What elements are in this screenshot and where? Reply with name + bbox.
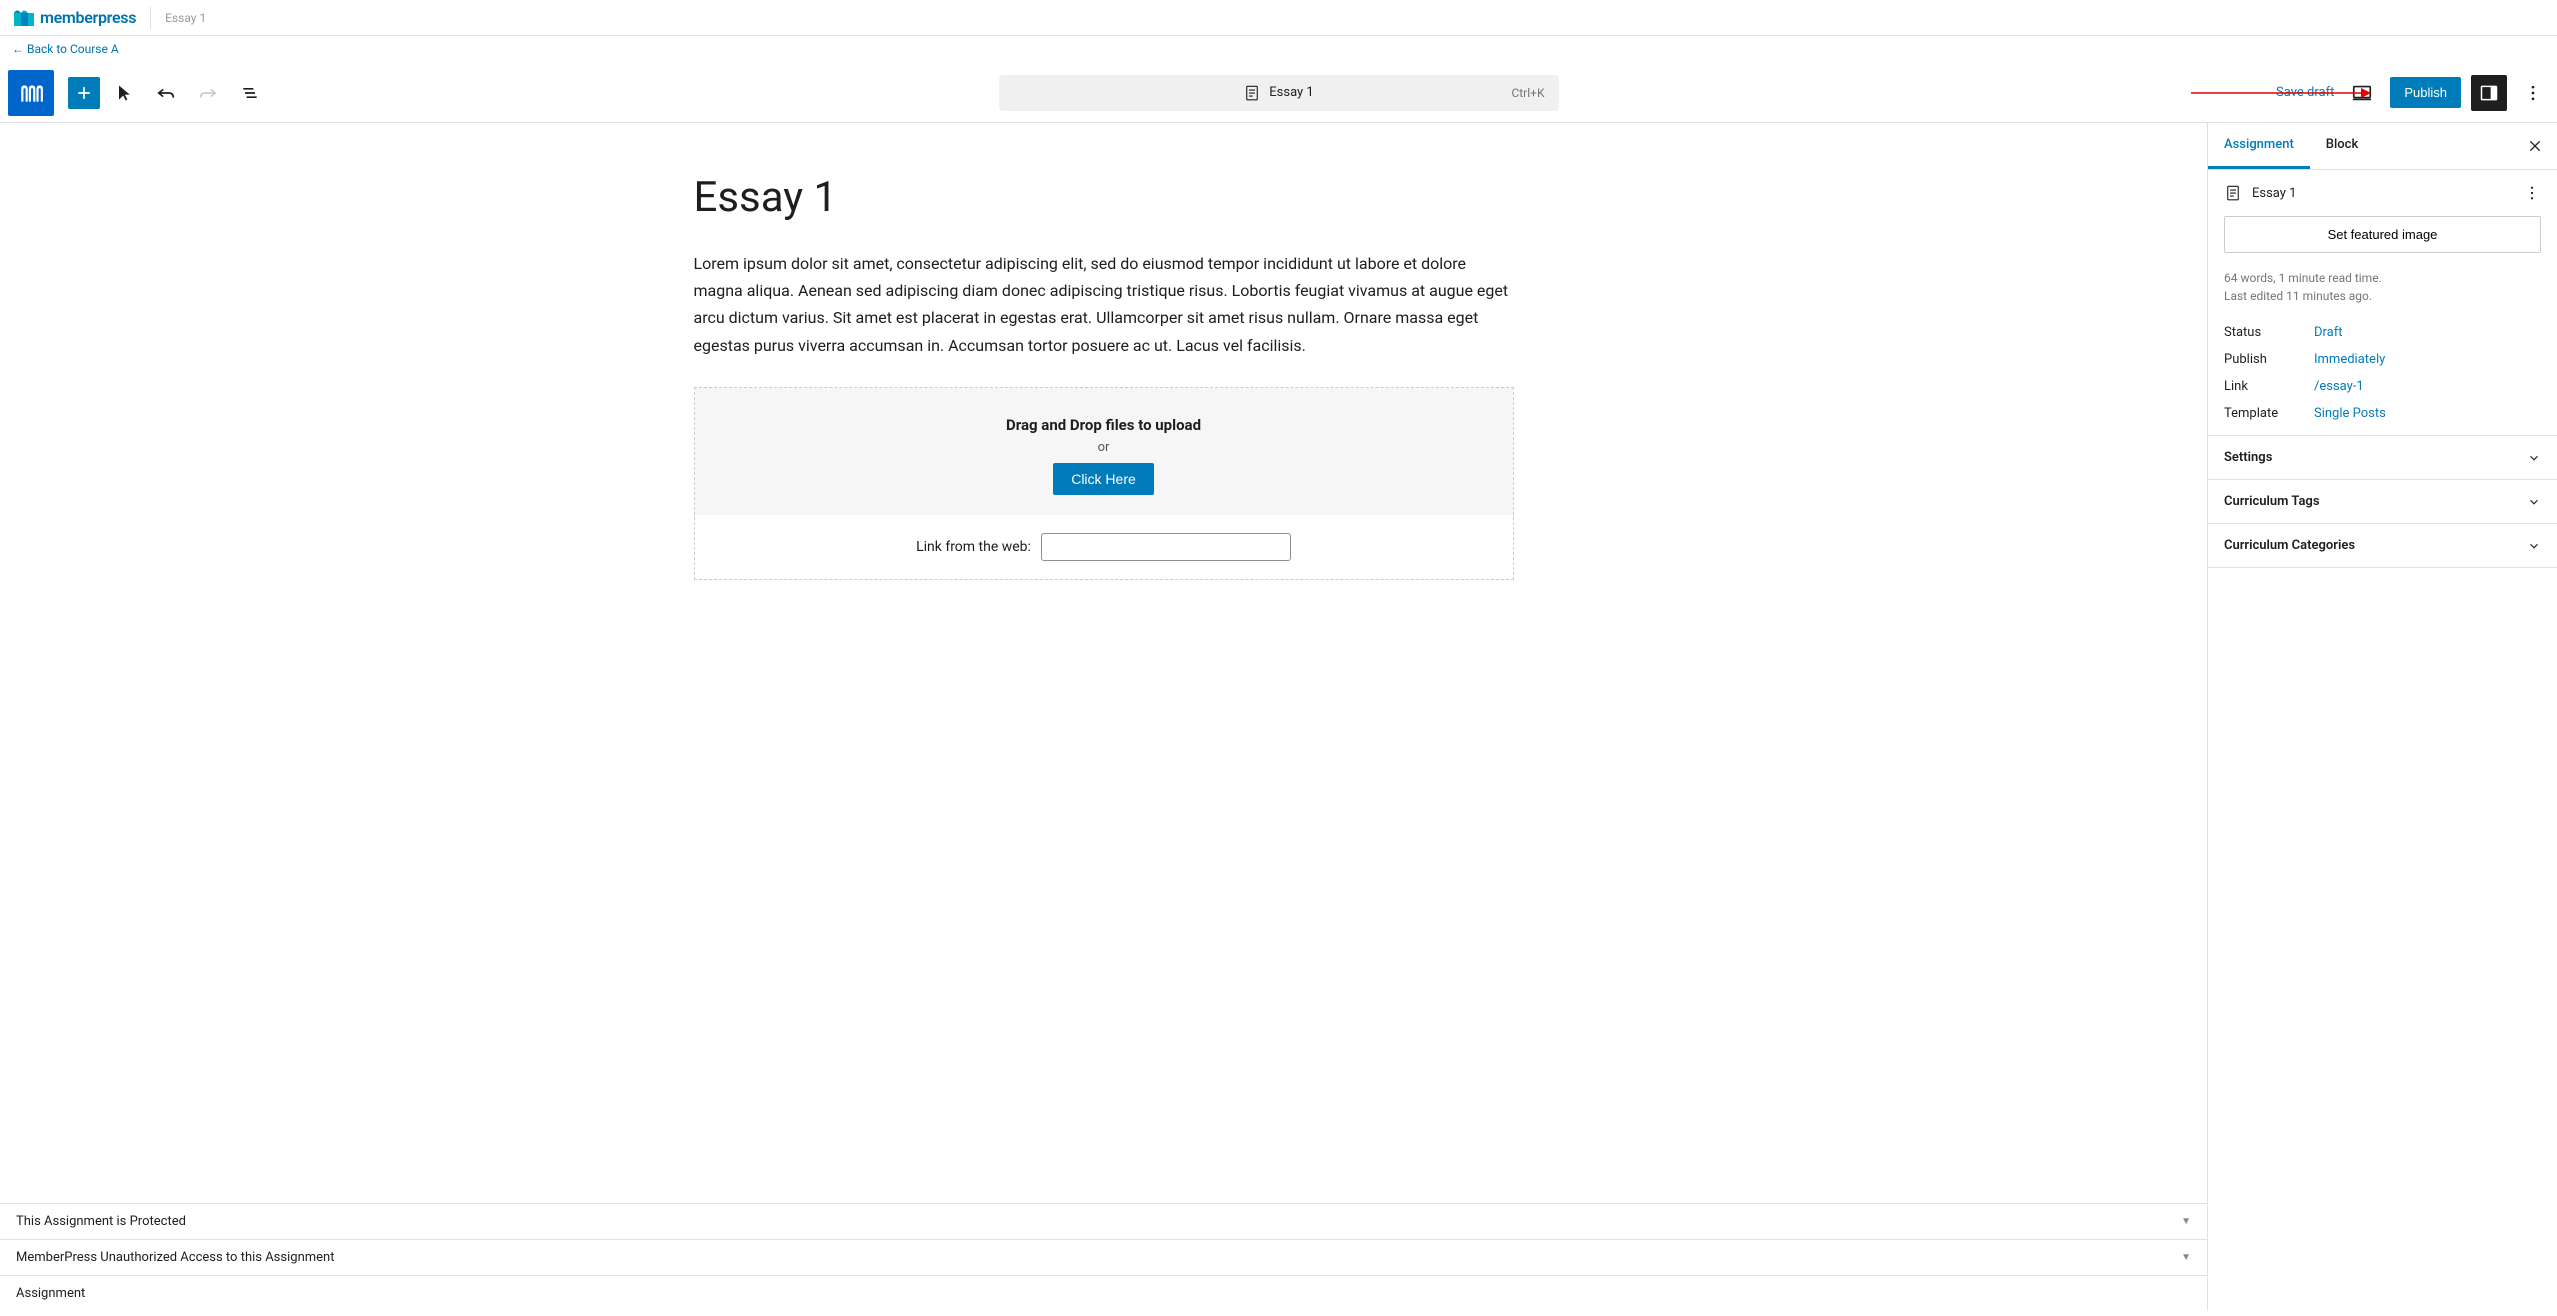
- cursor-icon: [114, 83, 134, 103]
- toolbar-right: Save draft Publish: [2276, 75, 2549, 111]
- file-upload-block: Drag and Drop files to upload or Click H…: [694, 387, 1514, 580]
- meta-words: 64 words, 1 minute read time.: [2224, 269, 2541, 287]
- upload-link-input[interactable]: [1041, 533, 1291, 561]
- back-to-course-link[interactable]: ← Back to Course A: [12, 42, 119, 56]
- set-featured-image-button[interactable]: Set featured image: [2224, 216, 2541, 253]
- sidebar-categories-section[interactable]: Curriculum Categories: [2208, 524, 2557, 568]
- panel-protected[interactable]: This Assignment is Protected ▼: [0, 1203, 2207, 1239]
- sidebar-meta: 64 words, 1 minute read time. Last edite…: [2208, 269, 2557, 319]
- brand-bar: memberpress Essay 1: [0, 0, 2557, 36]
- tools-button[interactable]: [106, 75, 142, 111]
- meta-edited: Last edited 11 minutes ago.: [2224, 287, 2541, 305]
- kv-value-link[interactable]: Single Posts: [2314, 406, 2386, 421]
- add-block-button[interactable]: [68, 77, 100, 109]
- redo-icon: [197, 82, 219, 104]
- document-overview-button[interactable]: [232, 75, 268, 111]
- more-options-button[interactable]: [2517, 75, 2549, 111]
- brand-logo: memberpress: [12, 6, 136, 30]
- chevron-down-icon: ▼: [2181, 1252, 2191, 1263]
- toolbar-left: [68, 75, 268, 111]
- post-body[interactable]: Lorem ipsum dolor sit amet, consectetur …: [694, 250, 1514, 359]
- upload-or-text: or: [695, 440, 1513, 455]
- breadcrumb-command[interactable]: Essay 1 Ctrl+K: [999, 75, 1559, 111]
- publish-button[interactable]: Publish: [2390, 77, 2461, 108]
- memberpress-icon: [12, 6, 36, 30]
- breadcrumb-title: Essay 1: [1269, 85, 1313, 100]
- sidebar-tags-section[interactable]: Curriculum Tags: [2208, 480, 2557, 524]
- save-draft-link[interactable]: Save draft: [2276, 85, 2334, 100]
- sidebar-doc-title: Essay 1: [2252, 186, 2296, 201]
- post-title[interactable]: Essay 1: [694, 173, 1514, 222]
- kv-key: Link: [2224, 379, 2314, 394]
- more-vertical-icon: [2523, 83, 2543, 103]
- page-icon: [1243, 84, 1261, 102]
- desktop-icon: [2351, 82, 2373, 104]
- section-label: Curriculum Categories: [2224, 538, 2355, 553]
- back-row: ← Back to Course A: [0, 36, 2557, 63]
- section-label: Curriculum Tags: [2224, 494, 2320, 509]
- divider: [150, 7, 151, 29]
- sidebar-tabs: Assignment Block: [2208, 123, 2557, 170]
- sidebar-icon: [2479, 83, 2499, 103]
- plus-icon: [74, 83, 94, 103]
- chevron-down-icon: ▼: [2181, 1216, 2191, 1227]
- section-label: Settings: [2224, 450, 2272, 465]
- upload-link-row: Link from the web:: [695, 515, 1513, 579]
- main-area: Essay 1 Lorem ipsum dolor sit amet, cons…: [0, 123, 2557, 1311]
- m-icon: [18, 80, 44, 106]
- editor-canvas: Essay 1 Lorem ipsum dolor sit amet, cons…: [0, 123, 2207, 1311]
- kv-key: Template: [2224, 406, 2314, 421]
- upload-heading: Drag and Drop files to upload: [695, 416, 1513, 434]
- undo-icon: [155, 82, 177, 104]
- kv-template: Template Single Posts: [2208, 400, 2557, 435]
- upload-click-here-button[interactable]: Click Here: [1053, 463, 1154, 495]
- page-icon: [2224, 184, 2242, 202]
- more-vertical-icon: [2523, 184, 2541, 202]
- panel-label: MemberPress Unauthorized Access to this …: [16, 1250, 334, 1265]
- kv-key: Status: [2224, 325, 2314, 340]
- chevron-down-icon: [2527, 539, 2541, 553]
- undo-button[interactable]: [148, 75, 184, 111]
- kv-status: Status Draft: [2208, 319, 2557, 346]
- settings-panel-toggle[interactable]: [2471, 75, 2507, 111]
- preview-button[interactable]: [2344, 75, 2380, 111]
- content-wrap: Essay 1 Lorem ipsum dolor sit amet, cons…: [694, 123, 1514, 580]
- panel-label: This Assignment is Protected: [16, 1214, 186, 1229]
- editor-toolbar: Essay 1 Ctrl+K Save draft Publish: [0, 63, 2557, 123]
- list-icon: [240, 83, 260, 103]
- upload-link-label: Link from the web:: [916, 539, 1031, 555]
- app-logo-box[interactable]: [8, 70, 54, 116]
- redo-button[interactable]: [190, 75, 226, 111]
- upload-dropzone[interactable]: Drag and Drop files to upload or Click H…: [695, 388, 1513, 515]
- sidebar-summary-section: Essay 1 Set featured image 64 words, 1 m…: [2208, 170, 2557, 436]
- sidebar-doc-title-row: Essay 1: [2208, 170, 2557, 216]
- topbar-title: Essay 1: [165, 11, 206, 25]
- kv-value-link[interactable]: /essay-1: [2314, 379, 2364, 394]
- kv-key: Publish: [2224, 352, 2314, 367]
- bottom-panels: This Assignment is Protected ▼ MemberPre…: [0, 1203, 2207, 1311]
- chevron-down-icon: [2527, 495, 2541, 509]
- panel-unauthorized[interactable]: MemberPress Unauthorized Access to this …: [0, 1239, 2207, 1275]
- kv-link: Link /essay-1: [2208, 373, 2557, 400]
- close-sidebar-button[interactable]: [2513, 138, 2557, 154]
- settings-sidebar: Assignment Block Essay 1 Set featured im…: [2207, 123, 2557, 1311]
- panel-label: Assignment: [16, 1286, 85, 1301]
- panel-assignment[interactable]: Assignment: [0, 1275, 2207, 1311]
- brand-text: memberpress: [40, 8, 136, 27]
- kv-publish: Publish Immediately: [2208, 346, 2557, 373]
- sidebar-doc-more-button[interactable]: [2523, 184, 2541, 202]
- sidebar-settings-section[interactable]: Settings: [2208, 436, 2557, 480]
- tab-assignment[interactable]: Assignment: [2208, 123, 2310, 169]
- breadcrumb-shortcut: Ctrl+K: [1511, 86, 1544, 100]
- close-icon: [2527, 138, 2543, 154]
- chevron-down-icon: [2527, 451, 2541, 465]
- kv-value-link[interactable]: Immediately: [2314, 352, 2385, 367]
- tab-block[interactable]: Block: [2310, 123, 2374, 169]
- kv-value-link[interactable]: Draft: [2314, 325, 2343, 340]
